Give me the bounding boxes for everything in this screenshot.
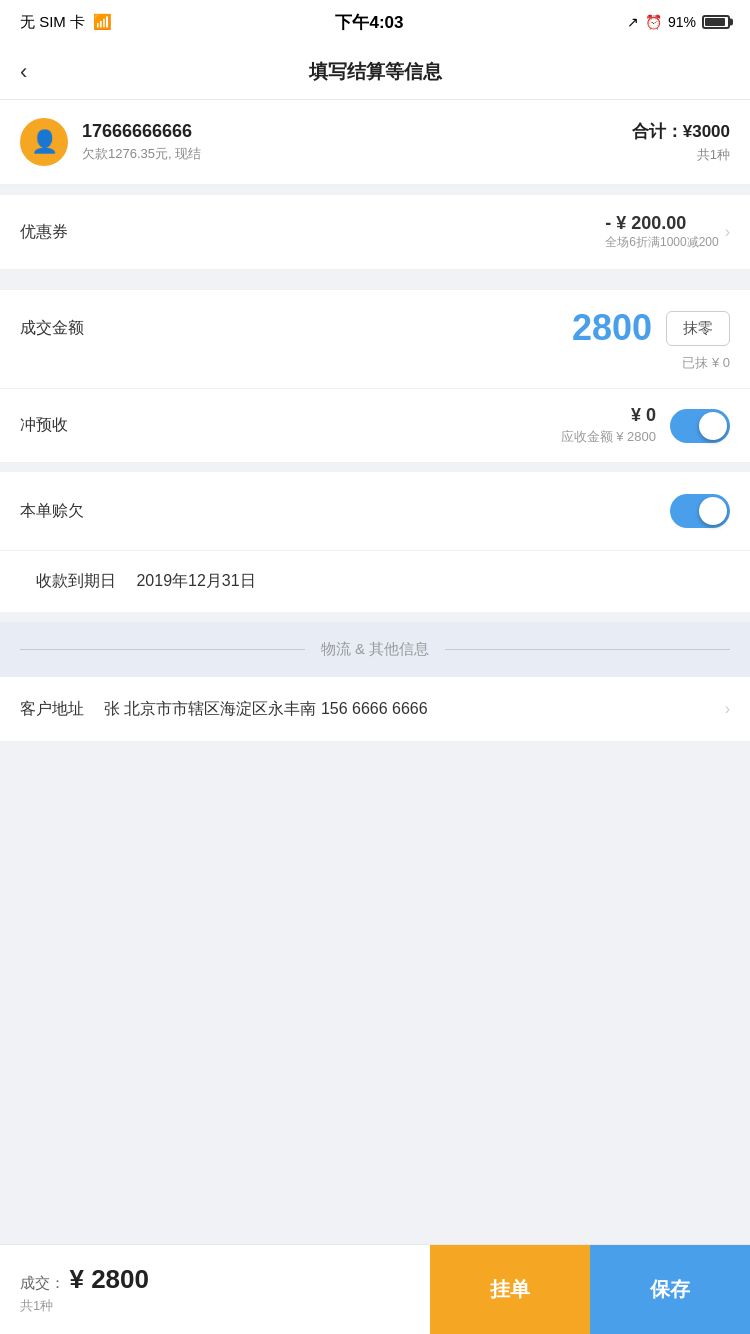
section-divider-2 [0,462,750,472]
advance-payment-label: 冲预收 [20,415,68,436]
customer-section: 👤 17666666666 欠款1276.35元, 现结 合计：¥3000 共1… [0,100,750,185]
section-divider-1 [0,280,750,290]
customer-phone: 17666666666 [82,121,201,142]
location-icon: ↗ [627,14,639,30]
customer-debt: 欠款1276.35元, 现结 [82,145,201,163]
advance-payment-row: 冲预收 ¥ 0 应收金额 ¥ 2800 [0,388,750,462]
advance-right: ¥ 0 应收金额 ¥ 2800 [561,405,730,446]
deal-amount-value: 2800 [572,310,652,346]
save-button[interactable]: 保存 [590,1245,750,1335]
back-button[interactable]: ‹ [20,59,27,85]
bottom-count: 共1种 [20,1297,410,1315]
total-count: 共1种 [632,146,730,164]
deal-amount-label: 成交金额 [20,318,84,339]
total-amount: 合计：¥3000 [632,120,730,143]
coupon-right: - ¥ 200.00 全场6折满1000减200 › [605,213,730,251]
deal-amount-section: 成交金额 2800 抹零 已抹 ¥ 0 [0,290,750,388]
sim-label: 无 SIM 卡 [20,13,85,32]
coupon-detail: 全场6折满1000减200 [605,234,718,251]
status-bar: 无 SIM 卡 📶 下午4:03 ↗ ⏰ 91% [0,0,750,44]
advance-amount: ¥ 0 应收金额 ¥ 2800 [561,405,656,446]
duedate-label: 收款到期日 [36,572,116,589]
logistics-line-left [20,649,305,650]
address-value: 张 北京市市辖区海淀区永丰南 156 6666 6666 [104,697,725,721]
coupon-amount: - ¥ 200.00 [605,213,718,234]
customer-left: 👤 17666666666 欠款1276.35元, 现结 [20,118,201,166]
round-button[interactable]: 抹零 [666,311,730,346]
address-chevron-icon: › [725,700,730,718]
logistics-section: 物流 & 其他信息 [0,622,750,677]
bottom-summary: 成交： ¥ 2800 共1种 [0,1264,430,1315]
status-right: ↗ ⏰ 91% [627,14,730,30]
pending-button[interactable]: 挂单 [430,1245,590,1335]
duedate-row: 收款到期日 2019年12月31日 [0,550,750,612]
duedate-value: 2019年12月31日 [136,572,255,589]
address-label: 客户地址 [20,699,84,720]
chevron-right-icon: › [725,223,730,241]
address-row[interactable]: 客户地址 张 北京市市辖区海淀区永丰南 156 6666 6666 › [0,677,750,742]
advance-amount-value: ¥ 0 [631,405,656,426]
avatar: 👤 [20,118,68,166]
bottom-bar: 成交： ¥ 2800 共1种 挂单 保存 [0,1244,750,1334]
customer-info: 17666666666 欠款1276.35元, 现结 [82,121,201,163]
logistics-label: 物流 & 其他信息 [321,640,429,659]
avatar-icon: 👤 [31,129,58,155]
logistics-line-right [445,649,730,650]
toggle-knob [699,412,727,440]
coupon-label: 优惠券 [20,222,68,243]
battery-icon [702,15,730,29]
writeoff-label: 本单赊欠 [20,501,84,522]
writeoff-toggle[interactable] [670,494,730,528]
deal-amount-row: 成交金额 2800 抹零 [0,290,750,352]
coupon-section[interactable]: 优惠券 - ¥ 200.00 全场6折满1000减200 › [0,195,750,270]
advance-amount-sub: 应收金额 ¥ 2800 [561,428,656,446]
writeoff-row: 本单赊欠 [0,472,750,550]
nav-bar: ‹ 填写结算等信息 [0,44,750,100]
bottom-deal-label: 成交： [20,1274,65,1291]
page-title: 填写结算等信息 [309,59,442,85]
status-left: 无 SIM 卡 📶 [20,13,112,32]
battery-percent: 91% [668,14,696,30]
advance-payment-toggle[interactable] [670,409,730,443]
deal-sub: 已抹 ¥ 0 [0,352,750,388]
status-time: 下午4:03 [335,11,403,34]
alarm-icon: ⏰ [645,14,662,30]
bottom-amount: ¥ 2800 [69,1264,149,1294]
content: 👤 17666666666 欠款1276.35元, 现结 合计：¥3000 共1… [0,100,750,842]
deal-amount-right: 2800 抹零 [572,310,730,346]
customer-right: 合计：¥3000 共1种 [632,120,730,164]
toggle-knob-2 [699,497,727,525]
wifi-icon: 📶 [93,13,112,31]
